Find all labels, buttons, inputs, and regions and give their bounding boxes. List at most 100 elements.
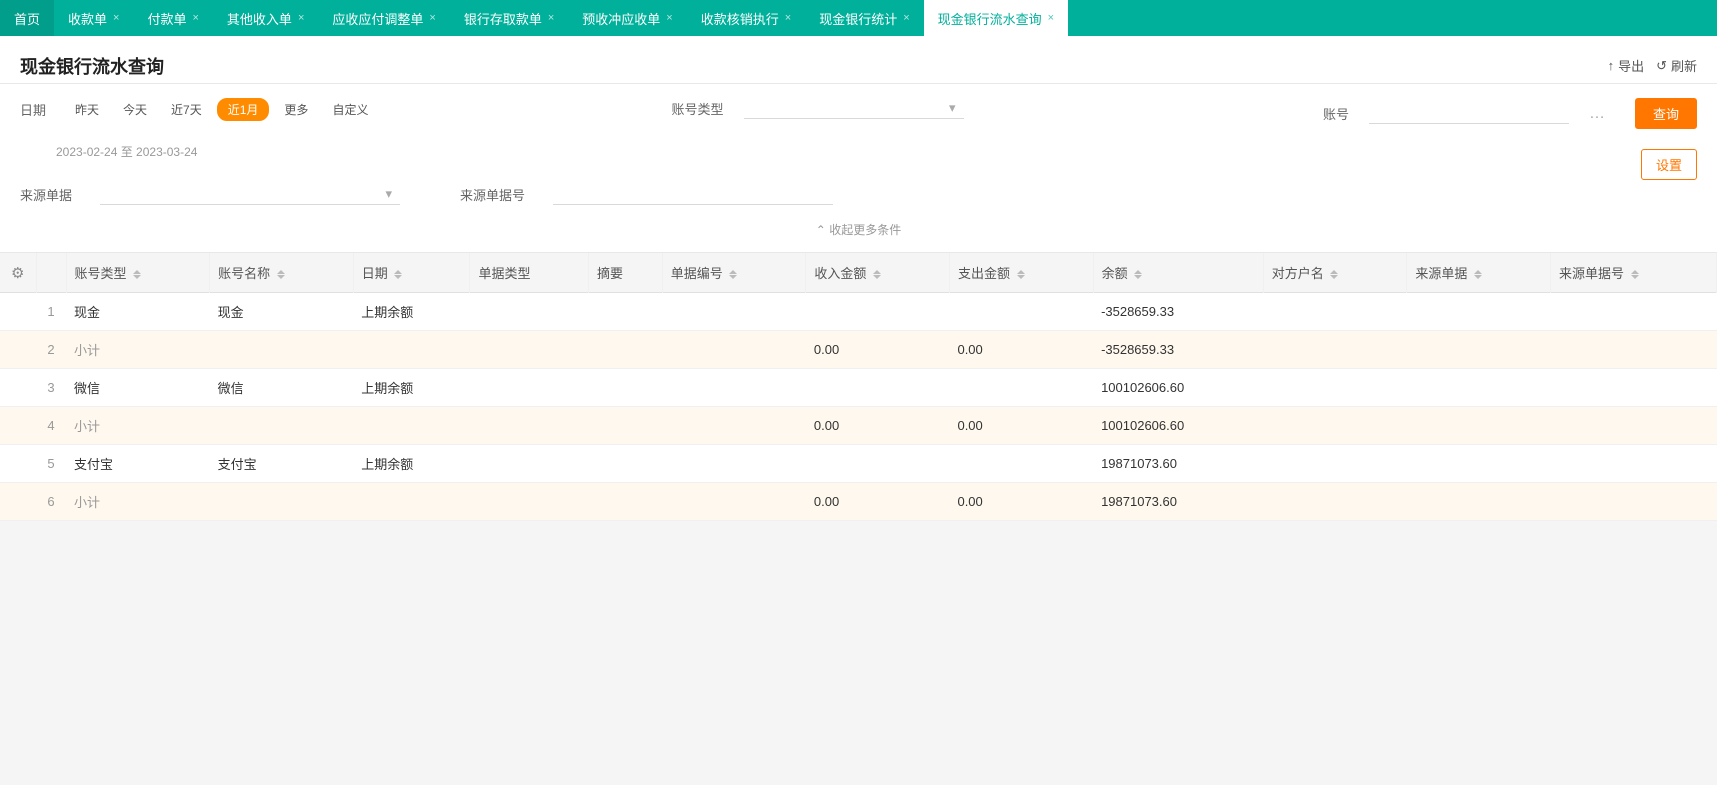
date-btn-1month[interactable]: 近1月: [217, 98, 270, 121]
col-doc-type: 单据类型: [470, 253, 588, 293]
export-button[interactable]: ↑ 导出: [1608, 56, 1645, 75]
collapse-bar[interactable]: ⌃ 收起更多条件: [20, 215, 1697, 242]
nav-item-other-income[interactable]: 其他收入单 ×: [213, 0, 318, 36]
account-type-cell: 现金: [66, 293, 210, 331]
counterparty-cell: [1263, 407, 1407, 445]
refresh-icon: ↺: [1656, 58, 1667, 74]
query-button[interactable]: 查询: [1635, 98, 1697, 129]
nav-item-home[interactable]: 首页: [0, 0, 54, 36]
date-btn-more[interactable]: 更多: [275, 98, 317, 121]
account-type-cell: 小计: [66, 407, 210, 445]
account-type-select[interactable]: ▾: [744, 98, 964, 119]
summary-cell: [588, 407, 662, 445]
nav-other-income-close[interactable]: ×: [298, 12, 304, 24]
counterparty-cell: [1263, 445, 1407, 483]
table-row[interactable]: 1现金现金上期余额-3528659.33: [0, 293, 1717, 331]
settings-button[interactable]: 设置: [1641, 149, 1697, 180]
nav-item-receipts[interactable]: 收款单 ×: [54, 0, 133, 36]
nav-item-cash-bank-flow[interactable]: 现金银行流水查询 ×: [924, 0, 1068, 36]
col-doc-no[interactable]: 单据编号: [662, 253, 806, 293]
nav-item-collect-verify[interactable]: 收款核销执行 ×: [687, 0, 805, 36]
table-row[interactable]: 2小计0.000.00-3528659.33: [0, 331, 1717, 369]
table-row[interactable]: 3微信微信上期余额100102606.60: [0, 369, 1717, 407]
nav-other-income-label: 其他收入单: [227, 9, 292, 28]
date-btn-today[interactable]: 今天: [114, 98, 156, 121]
filter-right: 账号 … 查询 设置: [1323, 98, 1697, 180]
col-source-doc[interactable]: 来源单据: [1407, 253, 1551, 293]
expense-cell: 0.00: [949, 407, 1093, 445]
nav-collect-close[interactable]: ×: [785, 12, 791, 24]
balance-cell: 100102606.60: [1093, 369, 1263, 407]
source-doc-cell: [1407, 331, 1551, 369]
source-doc-cell: [1407, 483, 1551, 521]
account-more-button[interactable]: …: [1589, 105, 1605, 123]
doc-type-cell: [470, 369, 588, 407]
nav-item-bank-deposit[interactable]: 银行存取款单 ×: [450, 0, 568, 36]
account-input[interactable]: [1369, 104, 1569, 124]
row-settings-cell: [0, 483, 36, 521]
sort-account-name: [277, 270, 285, 279]
date-cell: [353, 483, 470, 521]
nav-item-cash-bank-stat[interactable]: 现金银行统计 ×: [805, 0, 923, 36]
counterparty-cell: [1263, 331, 1407, 369]
nav-flow-close[interactable]: ×: [1048, 12, 1054, 24]
account-type-cell: 小计: [66, 331, 210, 369]
column-settings-icon[interactable]: ⚙: [11, 265, 24, 282]
refresh-button[interactable]: ↺ 刷新: [1656, 56, 1697, 75]
date-range: 2023-02-24 至 2023-03-24: [56, 143, 631, 160]
col-account-name[interactable]: 账号名称: [210, 253, 354, 293]
nav-bank-deposit-close[interactable]: ×: [548, 12, 554, 24]
col-account-type[interactable]: 账号类型: [66, 253, 210, 293]
col-doc-type-label: 单据类型: [478, 266, 530, 281]
nav-receipts-close[interactable]: ×: [113, 12, 119, 24]
date-btn-yesterday[interactable]: 昨天: [66, 98, 108, 121]
table-row[interactable]: 4小计0.000.00100102606.60: [0, 407, 1717, 445]
income-cell: [806, 369, 950, 407]
col-account-name-label: 账号名称: [218, 266, 270, 281]
sort-income: [873, 270, 881, 279]
account-type-label: 账号类型: [671, 99, 723, 118]
col-date[interactable]: 日期: [353, 253, 470, 293]
col-counterparty[interactable]: 对方户名: [1263, 253, 1407, 293]
balance-cell: 100102606.60: [1093, 407, 1263, 445]
row-settings-cell: [0, 369, 36, 407]
col-income[interactable]: 收入金额: [806, 253, 950, 293]
nav-stat-close[interactable]: ×: [903, 12, 909, 24]
data-table-container: ⚙ 账号类型 账号名称 日期 单据类型: [0, 253, 1717, 521]
date-btn-7days[interactable]: 近7天: [162, 98, 211, 121]
source-doc-label: 来源单据: [20, 185, 72, 204]
col-source-doc-no[interactable]: 来源单据号: [1550, 253, 1716, 293]
nav-item-payments[interactable]: 付款单 ×: [133, 0, 212, 36]
summary-cell: [588, 483, 662, 521]
col-balance[interactable]: 余额: [1093, 253, 1263, 293]
date-filter-row: 日期 昨天 今天 近7天 近1月 更多 自定义: [20, 98, 631, 121]
filter-center: 账号类型 ▾: [671, 98, 1282, 129]
nav-payments-close[interactable]: ×: [192, 12, 198, 24]
source-doc-no-input[interactable]: [553, 185, 833, 205]
doc-type-cell: [470, 293, 588, 331]
table-row[interactable]: 5支付宝支付宝上期余额19871073.60: [0, 445, 1717, 483]
row-num-cell: 6: [36, 483, 66, 521]
col-doc-no-label: 单据编号: [671, 266, 723, 281]
nav-flow-label: 现金银行流水查询: [938, 9, 1042, 28]
nav-item-prepay-offset[interactable]: 预收冲应收单 ×: [568, 0, 686, 36]
date-btn-custom[interactable]: 自定义: [323, 98, 377, 121]
header-actions: ↑ 导出 ↺ 刷新: [1608, 56, 1697, 75]
sort-date: [394, 270, 402, 279]
table-row[interactable]: 6小计0.000.0019871073.60: [0, 483, 1717, 521]
source-doc-select[interactable]: ▾: [100, 184, 400, 205]
account-type-cell: 微信: [66, 369, 210, 407]
doc-type-cell: [470, 483, 588, 521]
date-cell: 上期余额: [353, 369, 470, 407]
nav-ar-ap-close[interactable]: ×: [429, 12, 435, 24]
expense-cell: [949, 369, 1093, 407]
date-options: 昨天 今天 近7天 近1月 更多 自定义: [66, 98, 377, 121]
account-type-row: 账号类型 ▾: [671, 98, 1282, 119]
col-settings[interactable]: ⚙: [0, 253, 36, 293]
table-header-row: ⚙ 账号类型 账号名称 日期 单据类型: [0, 253, 1717, 293]
income-cell: [806, 445, 950, 483]
col-expense[interactable]: 支出金额: [949, 253, 1093, 293]
filter-main-row: 日期 昨天 今天 近7天 近1月 更多 自定义 2023-02-24 至 202…: [20, 98, 1697, 180]
nav-item-ar-ap-adjust[interactable]: 应收应付调整单 ×: [318, 0, 449, 36]
nav-prepay-close[interactable]: ×: [666, 12, 672, 24]
